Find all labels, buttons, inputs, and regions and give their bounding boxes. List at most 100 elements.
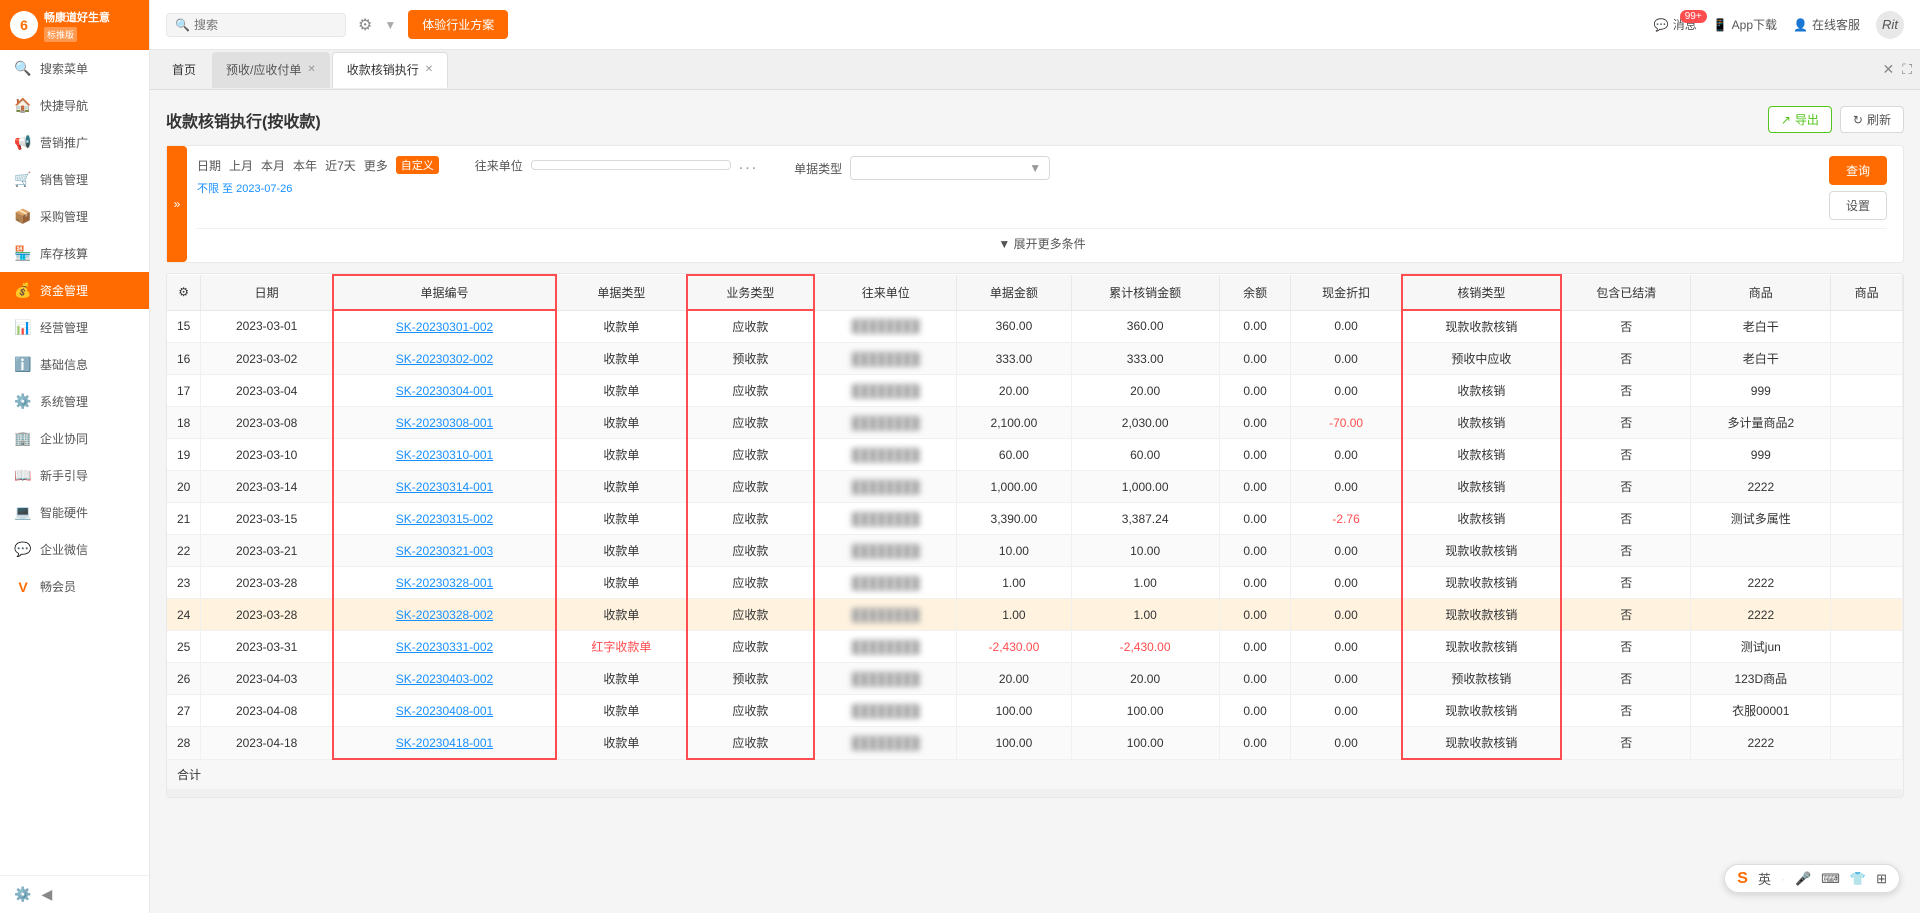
ime-shirt-icon[interactable]: 👕 — [1850, 871, 1866, 887]
cell-sn[interactable]: SK-20230408-001 — [333, 695, 556, 727]
ime-grid-icon[interactable]: ⊞ — [1876, 871, 1887, 887]
col-unit[interactable]: 往来单位 — [814, 275, 957, 310]
sn-link[interactable]: SK-20230321-003 — [396, 544, 493, 558]
cell-totalcancel: 360.00 — [1071, 310, 1219, 343]
cell-sn[interactable]: SK-20230328-002 — [333, 599, 556, 631]
user-avatar[interactable]: Rit — [1876, 11, 1904, 39]
sidebar-item-enterprise[interactable]: 🏢 企业协同 — [0, 420, 149, 457]
online-service-button[interactable]: 👤 在线客服 — [1793, 16, 1860, 33]
sidebar-item-finance[interactable]: 💰 资金管理 — [0, 272, 149, 309]
col-goods[interactable]: 商品 — [1691, 275, 1831, 310]
cell-goods2 — [1831, 503, 1903, 535]
sn-link[interactable]: SK-20230302-002 — [396, 352, 493, 366]
this-month-btn[interactable]: 本月 — [261, 157, 285, 174]
export-button[interactable]: ↗ 导出 — [1768, 106, 1832, 133]
tab-pending[interactable]: 预收/应收付单 ✕ — [212, 52, 330, 88]
unit-filter-input[interactable] — [531, 160, 731, 170]
more-date-btn[interactable]: 更多 — [364, 157, 388, 174]
sidebar-item-hardware[interactable]: 💻 智能硬件 — [0, 494, 149, 531]
sn-link[interactable]: SK-20230308-001 — [396, 416, 493, 430]
filter-panel: » 日期 上月 本月 本年 近7天 更多 自定义 不限 至 2023-07-26 — [166, 145, 1904, 263]
col-includesettled[interactable]: 包含已结清 — [1561, 275, 1691, 310]
sidebar-item-operations[interactable]: 📊 经营管理 — [0, 309, 149, 346]
message-button[interactable]: 💬 消息 99+ — [1654, 16, 1697, 33]
sn-link[interactable]: SK-20230310-001 — [396, 448, 493, 462]
solution-button[interactable]: 体验行业方案 — [408, 10, 508, 39]
sidebar-item-wechat[interactable]: 💬 企业微信 — [0, 531, 149, 568]
sidebar-item-sales[interactable]: 🛒 销售管理 — [0, 161, 149, 198]
query-button[interactable]: 查询 — [1829, 156, 1887, 185]
cell-sn[interactable]: SK-20230403-002 — [333, 663, 556, 695]
cell-sn[interactable]: SK-20230321-003 — [333, 535, 556, 567]
cell-sn[interactable]: SK-20230304-001 — [333, 375, 556, 407]
sidebar-item-guide[interactable]: 📖 新手引导 — [0, 457, 149, 494]
settings-bottom-icon[interactable]: ⚙️ — [14, 886, 31, 903]
sn-link[interactable]: SK-20230418-001 — [396, 736, 493, 750]
collection-tab-close[interactable]: ✕ — [425, 64, 433, 75]
settings-gear-icon[interactable]: ⚙ — [358, 15, 372, 35]
refresh-button[interactable]: ↻ 刷新 — [1840, 106, 1904, 133]
sn-link[interactable]: SK-20230403-002 — [396, 672, 493, 686]
col-amount[interactable]: 单据金额 — [957, 275, 1071, 310]
tab-close-all-button[interactable]: ✕ — [1882, 61, 1894, 78]
col-gear[interactable]: ⚙ — [167, 275, 201, 310]
sidebar-item-marketing[interactable]: 📢 营销推广 — [0, 124, 149, 161]
col-totalcancel[interactable]: 累计核销金额 — [1071, 275, 1219, 310]
cell-sn[interactable]: SK-20230314-001 — [333, 471, 556, 503]
sidebar-item-search[interactable]: 🔍 搜索菜单 — [0, 50, 149, 87]
tabbar: 首页 预收/应收付单 ✕ 收款核销执行 ✕ ✕ ⛶ — [150, 50, 1920, 90]
collapse-icon[interactable]: ◀ — [41, 886, 52, 903]
sidebar-item-system[interactable]: ⚙️ 系统管理 — [0, 383, 149, 420]
col-goods2[interactable]: 商品 — [1831, 275, 1903, 310]
sn-link[interactable]: SK-20230328-001 — [396, 576, 493, 590]
tab-collection[interactable]: 收款核销执行 ✕ — [332, 52, 448, 88]
ime-mic-icon[interactable]: 🎤 — [1795, 871, 1811, 887]
sn-link[interactable]: SK-20230331-002 — [396, 640, 493, 654]
cell-sn[interactable]: SK-20230310-001 — [333, 439, 556, 471]
app-download-button[interactable]: 📱 App下载 — [1713, 16, 1777, 33]
table-scroll-area[interactable]: ⚙ 日期 单据编号 单据类型 业务类型 往来单位 单据金额 累计核销金额 余额 … — [167, 274, 1903, 789]
topbar-search-box[interactable]: 🔍 — [166, 13, 346, 37]
sn-link[interactable]: SK-20230314-001 — [396, 480, 493, 494]
cell-sn[interactable]: SK-20230302-002 — [333, 343, 556, 375]
horizontal-scrollbar[interactable] — [167, 789, 1903, 797]
ime-keyboard-icon[interactable]: ⌨ — [1821, 871, 1840, 887]
search-input[interactable] — [194, 18, 314, 32]
sn-link[interactable]: SK-20230328-002 — [396, 608, 493, 622]
ime-s-icon[interactable]: S — [1737, 870, 1748, 888]
ime-english-icon[interactable]: 英 — [1758, 869, 1771, 888]
sidebar-item-quicknav[interactable]: 🏠 快捷导航 — [0, 87, 149, 124]
sidebar-item-purchase[interactable]: 📦 采购管理 — [0, 198, 149, 235]
tab-home[interactable]: 首页 — [158, 52, 210, 88]
col-canceltype[interactable]: 核销类型 — [1402, 275, 1561, 310]
expand-more-btn[interactable]: ▼ 展开更多条件 — [998, 237, 1085, 251]
col-date[interactable]: 日期 — [201, 275, 333, 310]
sidebar-item-basics[interactable]: ℹ️ 基础信息 — [0, 346, 149, 383]
sidebar-item-inventory[interactable]: 🏪 库存核算 — [0, 235, 149, 272]
cell-sn[interactable]: SK-20230328-001 — [333, 567, 556, 599]
col-sn[interactable]: 单据编号 — [333, 275, 556, 310]
seven-days-btn[interactable]: 近7天 — [325, 157, 356, 174]
this-year-btn[interactable]: 本年 — [293, 157, 317, 174]
filter-settings-button[interactable]: 设置 — [1829, 191, 1887, 220]
custom-date-btn[interactable]: 自定义 — [396, 156, 439, 174]
cell-sn[interactable]: SK-20230331-002 — [333, 631, 556, 663]
sn-link[interactable]: SK-20230315-002 — [396, 512, 493, 526]
col-balance[interactable]: 余额 — [1219, 275, 1291, 310]
sn-link[interactable]: SK-20230301-002 — [396, 320, 493, 334]
last-month-btn[interactable]: 上月 — [229, 157, 253, 174]
sn-link[interactable]: SK-20230408-001 — [396, 704, 493, 718]
cell-sn[interactable]: SK-20230308-001 — [333, 407, 556, 439]
type-filter-select[interactable]: ▼ — [850, 156, 1050, 180]
pending-tab-close[interactable]: ✕ — [307, 64, 315, 75]
cell-sn[interactable]: SK-20230301-002 — [333, 310, 556, 343]
sidebar-item-member[interactable]: V 畅会员 — [0, 568, 149, 605]
sn-link[interactable]: SK-20230304-001 — [396, 384, 493, 398]
cell-sn[interactable]: SK-20230315-002 — [333, 503, 556, 535]
col-cashdiscount[interactable]: 现金折扣 — [1291, 275, 1402, 310]
col-doctype[interactable]: 单据类型 — [556, 275, 687, 310]
cell-sn[interactable]: SK-20230418-001 — [333, 727, 556, 760]
col-biztype[interactable]: 业务类型 — [687, 275, 814, 310]
filter-toggle-button[interactable]: » — [167, 146, 187, 262]
tab-expand-button[interactable]: ⛶ — [1902, 61, 1912, 78]
